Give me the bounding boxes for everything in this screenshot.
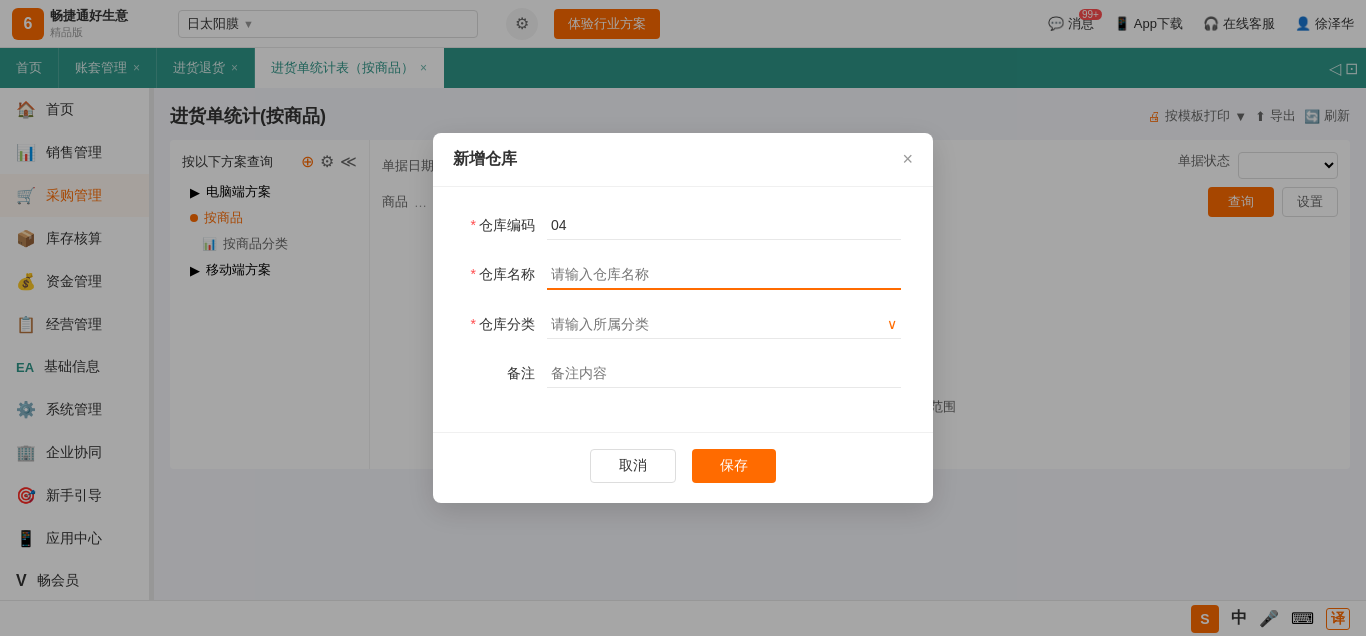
name-label: 仓库名称	[465, 266, 535, 284]
modal-header: 新增仓库 ×	[433, 133, 933, 187]
modal-close-icon[interactable]: ×	[902, 149, 913, 170]
code-label: 仓库编码	[465, 217, 535, 235]
save-button[interactable]: 保存	[692, 449, 776, 483]
modal-footer: 取消 保存	[433, 432, 933, 503]
name-input[interactable]	[547, 260, 901, 290]
cancel-button[interactable]: 取消	[590, 449, 676, 483]
form-row-name: 仓库名称	[465, 260, 901, 290]
form-row-code: 仓库编码	[465, 211, 901, 240]
category-input[interactable]	[551, 316, 887, 332]
category-dropdown-icon: ∨	[887, 316, 897, 332]
add-warehouse-modal: 新增仓库 × 仓库编码 仓库名称 仓库分类 ∨	[433, 133, 933, 503]
form-row-remark: 备注	[465, 359, 901, 388]
form-row-category: 仓库分类 ∨	[465, 310, 901, 339]
modal-overlay[interactable]: 新增仓库 × 仓库编码 仓库名称 仓库分类 ∨	[0, 0, 1366, 636]
modal-body: 仓库编码 仓库名称 仓库分类 ∨ 备注	[433, 187, 933, 432]
modal-title: 新增仓库	[453, 149, 517, 170]
remark-label: 备注	[465, 365, 535, 383]
category-label: 仓库分类	[465, 316, 535, 334]
remark-input[interactable]	[547, 359, 901, 388]
category-select-wrapper[interactable]: ∨	[547, 310, 901, 339]
code-input[interactable]	[547, 211, 901, 240]
